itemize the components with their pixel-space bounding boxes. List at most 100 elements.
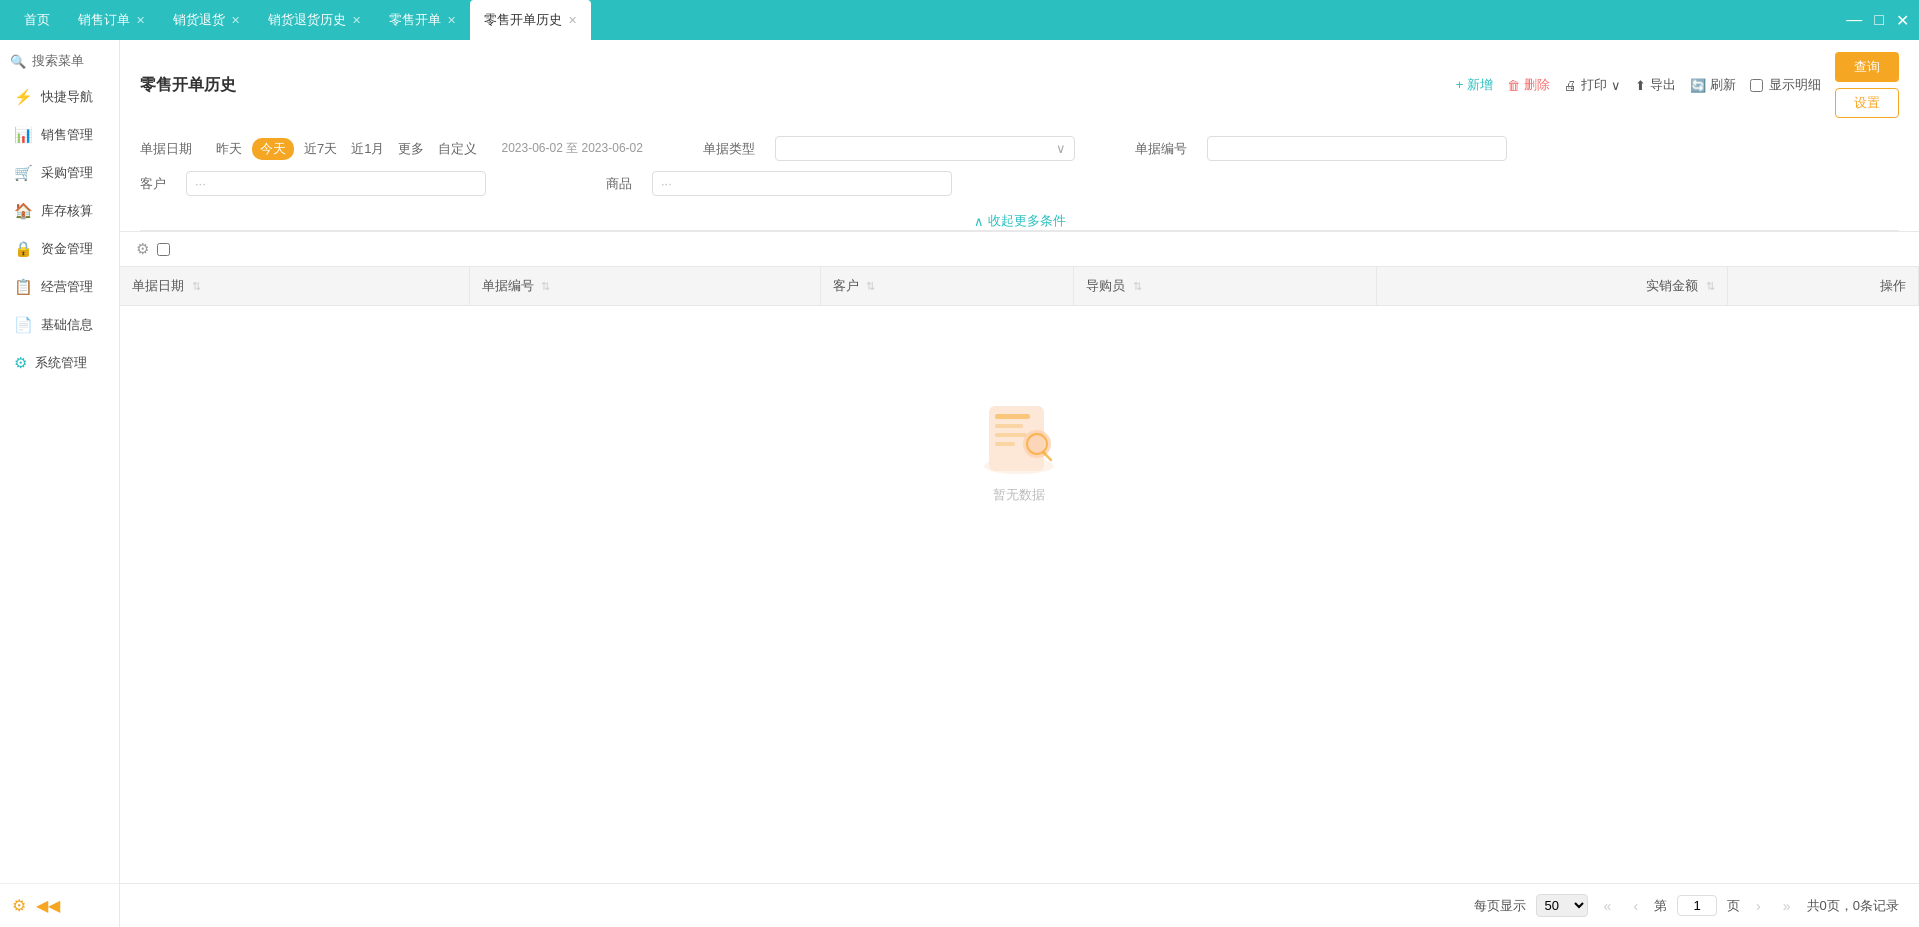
table-header-row: 单据日期 ⇅ 单据编号 ⇅ 客户 ⇅ 导购员 ⇅: [120, 267, 1919, 306]
system-mgmt-icon: ⚙: [14, 354, 27, 372]
sidebar-item-stock-calc[interactable]: 🏠 库存核算: [0, 192, 119, 230]
filter-row-1: 单据日期 昨天 今天 近7天 近1月 更多 自定义 2023-06-02 至 2…: [140, 136, 1899, 161]
select-all-checkbox[interactable]: [157, 243, 170, 256]
sales-return-label: 销货退货: [173, 11, 225, 29]
display-cols-button[interactable]: 显示明细: [1750, 76, 1821, 94]
prev-page-button[interactable]: ‹: [1627, 896, 1644, 916]
type-select[interactable]: ∨: [775, 136, 1075, 161]
footer-collapse-icon[interactable]: ◀◀: [36, 896, 60, 915]
goods-label: 商品: [606, 175, 632, 193]
th-order-no-sort[interactable]: ⇅: [541, 280, 550, 292]
toolbar-actions: + 新增 🗑 删除 🖨 打印 ∨ ⬆ 导出 🔄: [1456, 52, 1899, 118]
tab-sales-order[interactable]: 销售订单 ✕: [64, 0, 159, 40]
date-options: 昨天 今天 近7天 近1月 更多 自定义: [212, 138, 481, 160]
close-sales-order-icon[interactable]: ✕: [136, 14, 145, 27]
date-label: 单据日期: [140, 140, 192, 158]
tab-retail-history[interactable]: 零售开单历史 ✕: [470, 0, 591, 40]
filter-row-2: 客户 ··· 商品 ···: [140, 171, 1899, 196]
tab-sales-return-history[interactable]: 销货退货历史 ✕: [254, 0, 375, 40]
date-opt-yesterday[interactable]: 昨天: [212, 138, 246, 160]
footer-settings-icon[interactable]: ⚙: [12, 896, 26, 915]
sales-mgmt-label: 销售管理: [41, 126, 93, 144]
collapse-label: 收起更多条件: [988, 212, 1066, 230]
tab-retail-open[interactable]: 零售开单 ✕: [375, 0, 470, 40]
close-sales-return-history-icon[interactable]: ✕: [352, 14, 361, 27]
sidebar-item-purchase-mgmt[interactable]: 🛒 采购管理: [0, 154, 119, 192]
th-salesperson: 导购员 ⇅: [1074, 267, 1376, 306]
purchase-mgmt-icon: 🛒: [14, 164, 33, 182]
date-opt-7days[interactable]: 近7天: [300, 138, 341, 160]
sidebar-item-basic-info[interactable]: 📄 基础信息: [0, 306, 119, 344]
close-sales-return-icon[interactable]: ✕: [231, 14, 240, 27]
print-label: 打印: [1581, 76, 1607, 94]
sidebar-item-system-mgmt[interactable]: ⚙ 系统管理: [0, 344, 119, 382]
empty-cell: 暂无数据: [120, 306, 1919, 585]
sidebar-footer: ⚙ ◀◀: [0, 883, 119, 927]
customer-select[interactable]: ···: [186, 171, 486, 196]
th-customer-sort[interactable]: ⇅: [866, 280, 875, 292]
export-button[interactable]: ⬆ 导出: [1635, 76, 1676, 94]
stock-calc-label: 库存核算: [41, 202, 93, 220]
basic-info-label: 基础信息: [41, 316, 93, 334]
query-button[interactable]: 查询: [1835, 52, 1899, 82]
th-actions: 操作: [1727, 267, 1918, 306]
basic-info-icon: 📄: [14, 316, 33, 334]
display-cols-label: 显示明细: [1769, 76, 1821, 94]
svg-rect-2: [995, 414, 1030, 419]
tab-sales-return[interactable]: 销货退货 ✕: [159, 0, 254, 40]
first-page-button[interactable]: «: [1598, 896, 1618, 916]
home-tab-label: 首页: [24, 11, 50, 29]
sidebar-item-business-mgmt[interactable]: 📋 经营管理: [0, 268, 119, 306]
collapse-row: ∧ 收起更多条件: [140, 206, 1899, 230]
th-customer: 客户 ⇅: [820, 267, 1074, 306]
next-page-button[interactable]: ›: [1750, 896, 1767, 916]
sidebar-item-fund-mgmt[interactable]: 🔒 资金管理: [0, 230, 119, 268]
order-no-input[interactable]: [1207, 136, 1507, 161]
goods-select[interactable]: ···: [652, 171, 952, 196]
quick-nav-icon: ⚡: [14, 88, 33, 106]
sidebar-search-label: 搜索菜单: [32, 52, 84, 70]
collapse-button[interactable]: ∧ 收起更多条件: [974, 212, 1066, 230]
per-page-label: 每页显示: [1474, 897, 1526, 915]
th-amount-sort[interactable]: ⇅: [1706, 280, 1715, 292]
sidebar-item-quick-nav[interactable]: ⚡ 快捷导航: [0, 78, 119, 116]
delete-button[interactable]: 🗑 删除: [1507, 76, 1550, 94]
page-number-input[interactable]: [1677, 895, 1717, 916]
table-body: 暂无数据: [120, 306, 1919, 585]
sales-return-history-label: 销货退货历史: [268, 11, 346, 29]
type-dropdown-icon: ∨: [1056, 141, 1066, 156]
minimize-button[interactable]: —: [1846, 11, 1862, 29]
th-date-sort[interactable]: ⇅: [192, 280, 201, 292]
add-button[interactable]: + 新增: [1456, 76, 1493, 94]
main-layout: 🔍 搜索菜单 ⚡ 快捷导航 📊 销售管理 🛒 采购管理 🏠 库存核算 🔒 资金管…: [0, 40, 1919, 927]
close-button[interactable]: ✕: [1896, 11, 1909, 30]
maximize-button[interactable]: □: [1874, 11, 1884, 29]
print-button[interactable]: 🖨 打印 ∨: [1564, 76, 1621, 94]
export-icon: ⬆: [1635, 78, 1646, 93]
th-salesperson-sort[interactable]: ⇅: [1133, 280, 1142, 292]
data-table: 单据日期 ⇅ 单据编号 ⇅ 客户 ⇅ 导购员 ⇅: [120, 267, 1919, 584]
page-suffix: 页: [1727, 897, 1740, 915]
th-order-no: 单据编号 ⇅: [469, 267, 820, 306]
sidebar-item-sales-mgmt[interactable]: 📊 销售管理: [0, 116, 119, 154]
window-controls: — □ ✕: [1846, 11, 1909, 30]
close-retail-open-icon[interactable]: ✕: [447, 14, 456, 27]
date-opt-today[interactable]: 今天: [252, 138, 294, 160]
quick-nav-label: 快捷导航: [41, 88, 93, 106]
display-cols-checkbox[interactable]: [1750, 79, 1763, 92]
goods-dots: ···: [661, 176, 672, 191]
tab-home[interactable]: 首页: [10, 0, 64, 40]
th-order-no-label: 单据编号: [482, 278, 534, 293]
sidebar-search[interactable]: 🔍 搜索菜单: [0, 40, 119, 78]
svg-rect-3: [995, 424, 1023, 428]
close-retail-history-icon[interactable]: ✕: [568, 14, 577, 27]
last-page-button[interactable]: »: [1777, 896, 1797, 916]
date-opt-custom[interactable]: 自定义: [434, 138, 481, 160]
refresh-button[interactable]: 🔄 刷新: [1690, 76, 1736, 94]
table-settings-icon[interactable]: ⚙: [136, 240, 149, 258]
date-opt-more[interactable]: 更多: [394, 138, 428, 160]
purchase-mgmt-label: 采购管理: [41, 164, 93, 182]
date-opt-1month[interactable]: 近1月: [347, 138, 388, 160]
settings-button[interactable]: 设置: [1835, 88, 1899, 118]
per-page-select[interactable]: 50 10 20 100: [1536, 894, 1588, 917]
